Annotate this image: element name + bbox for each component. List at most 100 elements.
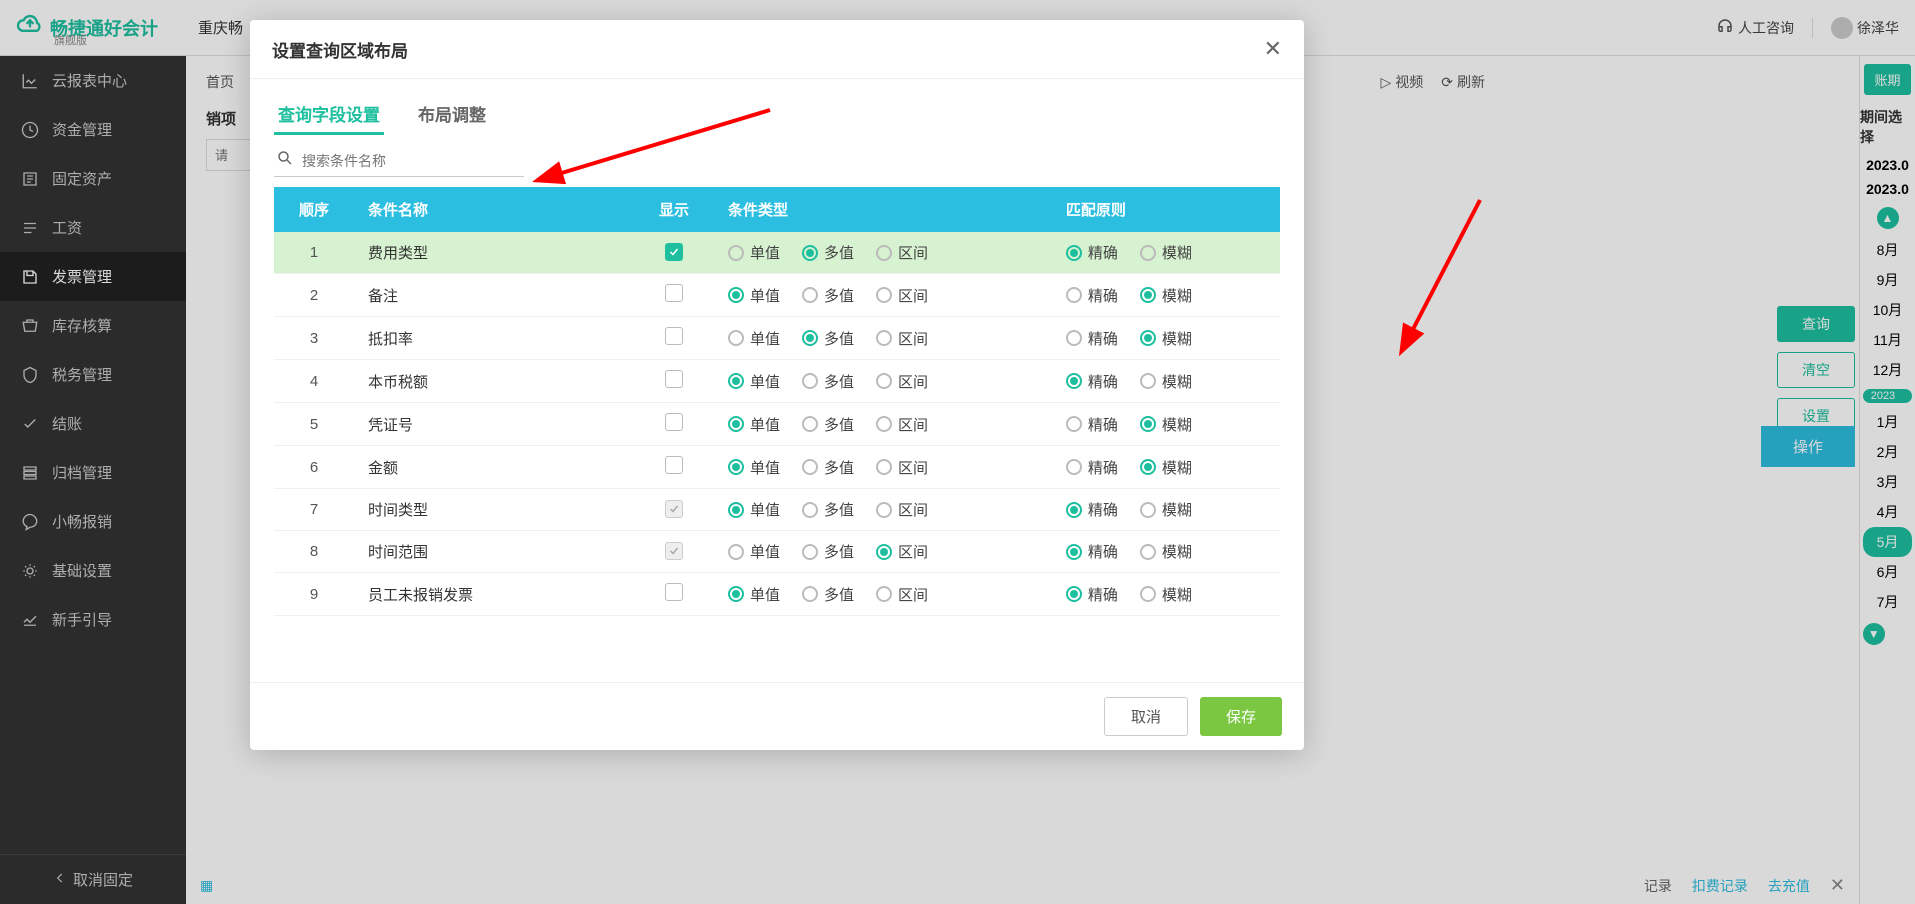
radio-match-模糊[interactable]: 模糊 [1140, 457, 1192, 478]
radio-dot-icon [1140, 416, 1156, 432]
show-checkbox[interactable] [665, 284, 683, 302]
fields-table: 顺序 条件名称 显示 条件类型 匹配原则 1费用类型单值多值区间精确模糊2备注单… [274, 187, 1280, 616]
radio-match-精确[interactable]: 精确 [1066, 371, 1118, 392]
col-match: 匹配原则 [1052, 187, 1280, 232]
radio-type-多值[interactable]: 多值 [802, 541, 854, 562]
radio-match-模糊[interactable]: 模糊 [1140, 242, 1192, 263]
radio-type-单值[interactable]: 单值 [728, 457, 780, 478]
search-input[interactable] [302, 153, 522, 169]
radio-label: 单值 [750, 499, 780, 520]
radio-label: 单值 [750, 584, 780, 605]
show-checkbox[interactable] [665, 456, 683, 474]
radio-match-精确[interactable]: 精确 [1066, 285, 1118, 306]
cell-name: 抵扣率 [354, 317, 634, 360]
radio-type-多值[interactable]: 多值 [802, 242, 854, 263]
radio-label: 精确 [1088, 541, 1118, 562]
radio-type-区间[interactable]: 区间 [876, 414, 928, 435]
radio-type-区间[interactable]: 区间 [876, 584, 928, 605]
radio-type-多值[interactable]: 多值 [802, 457, 854, 478]
radio-label: 多值 [824, 371, 854, 392]
radio-type-区间[interactable]: 区间 [876, 371, 928, 392]
radio-label: 区间 [898, 499, 928, 520]
radio-type-多值[interactable]: 多值 [802, 371, 854, 392]
radio-type-区间[interactable]: 区间 [876, 457, 928, 478]
show-checkbox[interactable] [665, 413, 683, 431]
cell-order: 3 [274, 317, 354, 360]
radio-type-区间[interactable]: 区间 [876, 499, 928, 520]
radio-dot-icon [802, 544, 818, 560]
radio-type-多值[interactable]: 多值 [802, 328, 854, 349]
radio-dot-icon [1140, 586, 1156, 602]
radio-dot-icon [876, 586, 892, 602]
radio-match-模糊[interactable]: 模糊 [1140, 285, 1192, 306]
show-checkbox[interactable] [665, 370, 683, 388]
radio-dot-icon [1140, 287, 1156, 303]
radio-type-区间[interactable]: 区间 [876, 285, 928, 306]
radio-match-精确[interactable]: 精确 [1066, 242, 1118, 263]
radio-dot-icon [728, 330, 744, 346]
radio-type-单值[interactable]: 单值 [728, 242, 780, 263]
radio-dot-icon [728, 245, 744, 261]
tab-layout-adjust[interactable]: 布局调整 [414, 95, 490, 135]
radio-dot-icon [728, 416, 744, 432]
radio-label: 模糊 [1162, 541, 1192, 562]
radio-dot-icon [1066, 373, 1082, 389]
radio-type-多值[interactable]: 多值 [802, 414, 854, 435]
radio-type-单值[interactable]: 单值 [728, 541, 780, 562]
radio-match-精确[interactable]: 精确 [1066, 499, 1118, 520]
radio-type-单值[interactable]: 单值 [728, 285, 780, 306]
radio-type-区间[interactable]: 区间 [876, 328, 928, 349]
search-box[interactable] [274, 145, 524, 177]
radio-label: 区间 [898, 285, 928, 306]
show-checkbox[interactable] [665, 583, 683, 601]
cell-order: 6 [274, 446, 354, 489]
radio-dot-icon [728, 373, 744, 389]
cell-order: 8 [274, 531, 354, 573]
radio-dot-icon [1066, 586, 1082, 602]
radio-dot-icon [876, 502, 892, 518]
cell-name: 凭证号 [354, 403, 634, 446]
radio-match-精确[interactable]: 精确 [1066, 328, 1118, 349]
tab-field-settings[interactable]: 查询字段设置 [274, 95, 384, 135]
radio-type-单值[interactable]: 单值 [728, 584, 780, 605]
radio-label: 单值 [750, 414, 780, 435]
radio-dot-icon [728, 544, 744, 560]
radio-type-区间[interactable]: 区间 [876, 242, 928, 263]
radio-match-模糊[interactable]: 模糊 [1140, 328, 1192, 349]
radio-match-精确[interactable]: 精确 [1066, 414, 1118, 435]
radio-type-区间[interactable]: 区间 [876, 541, 928, 562]
radio-label: 精确 [1088, 371, 1118, 392]
radio-match-模糊[interactable]: 模糊 [1140, 541, 1192, 562]
cell-order: 4 [274, 360, 354, 403]
radio-dot-icon [876, 459, 892, 475]
show-checkbox[interactable] [665, 243, 683, 261]
radio-match-模糊[interactable]: 模糊 [1140, 584, 1192, 605]
radio-label: 精确 [1088, 414, 1118, 435]
radio-match-精确[interactable]: 精确 [1066, 457, 1118, 478]
table-row: 1费用类型单值多值区间精确模糊 [274, 232, 1280, 274]
modal-settings-layout: 设置查询区域布局 ✕ 查询字段设置 布局调整 顺序 条件名称 显示 条件类型 匹… [250, 20, 1304, 750]
cancel-button[interactable]: 取消 [1104, 697, 1188, 736]
radio-match-精确[interactable]: 精确 [1066, 584, 1118, 605]
radio-match-精确[interactable]: 精确 [1066, 541, 1118, 562]
table-row: 6金额单值多值区间精确模糊 [274, 446, 1280, 489]
radio-type-多值[interactable]: 多值 [802, 285, 854, 306]
modal-close-button[interactable]: ✕ [1264, 36, 1282, 62]
radio-type-单值[interactable]: 单值 [728, 371, 780, 392]
radio-type-多值[interactable]: 多值 [802, 584, 854, 605]
radio-type-多值[interactable]: 多值 [802, 499, 854, 520]
radio-label: 多值 [824, 541, 854, 562]
radio-match-模糊[interactable]: 模糊 [1140, 371, 1192, 392]
radio-dot-icon [728, 502, 744, 518]
show-checkbox[interactable] [665, 327, 683, 345]
radio-label: 精确 [1088, 457, 1118, 478]
radio-match-模糊[interactable]: 模糊 [1140, 499, 1192, 520]
save-button[interactable]: 保存 [1200, 697, 1282, 736]
radio-match-模糊[interactable]: 模糊 [1140, 414, 1192, 435]
radio-dot-icon [802, 586, 818, 602]
radio-dot-icon [1066, 416, 1082, 432]
radio-dot-icon [1066, 544, 1082, 560]
radio-type-单值[interactable]: 单值 [728, 328, 780, 349]
radio-type-单值[interactable]: 单值 [728, 414, 780, 435]
radio-type-单值[interactable]: 单值 [728, 499, 780, 520]
